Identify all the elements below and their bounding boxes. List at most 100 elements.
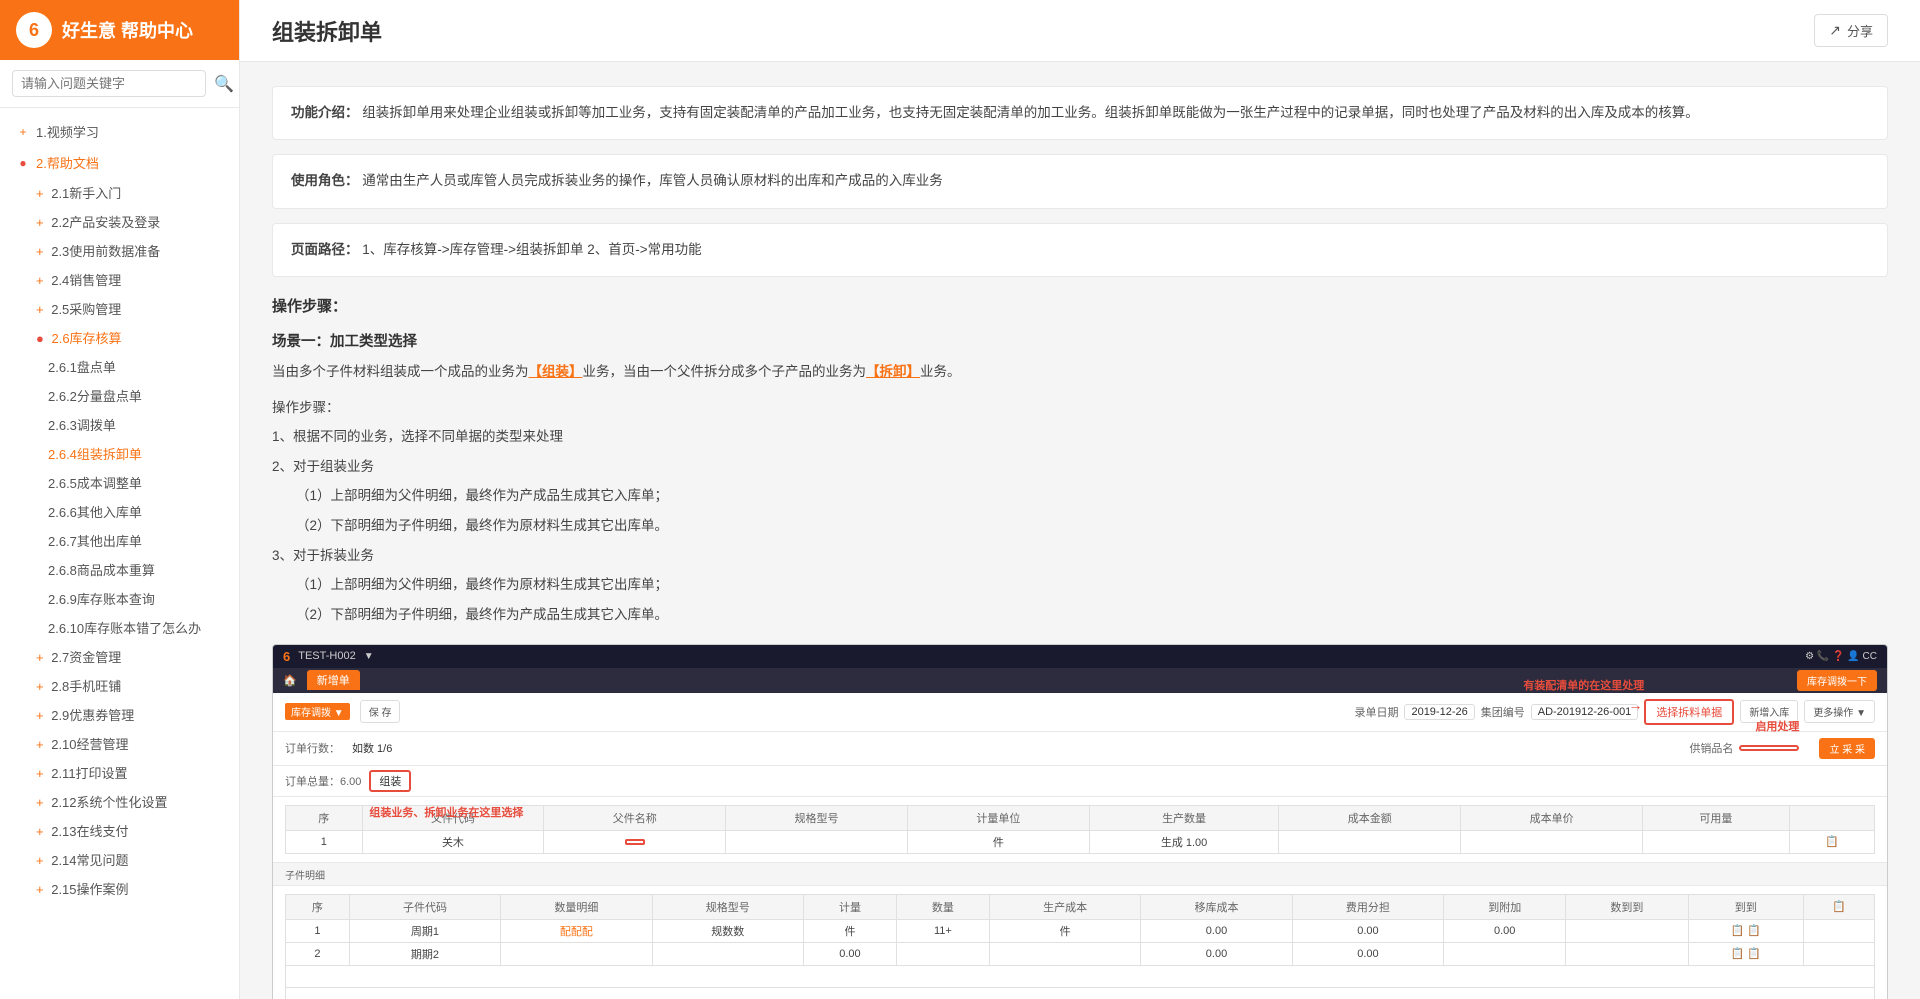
step3-sub1: （1）上部明细为父件明细，最终作为原材料生成其它出库单； [296,572,1888,598]
sidebar-label-215: 2.15操作案例 [51,882,128,897]
th-spec: 规格型号 [726,805,908,830]
lth-qty: 数量 [896,894,989,919]
ltd-spec2 [652,942,803,965]
expand-icon-213: + [36,824,44,839]
step1-text: 1、根据不同的业务，选择不同单据的类型来处理 [272,429,563,444]
search-button[interactable]: 🔍 [212,72,236,96]
sidebar-item-210[interactable]: + 2.10经营管理 [0,729,239,758]
lth-ops: 到到 [1688,894,1803,919]
path-label: 页面路径： [291,242,359,257]
ltd-ops1: 📋 📋 [1688,919,1803,942]
step3-sub1-text: （1）上部明细为父件明细，最终作为原材料生成其它出库单； [296,577,668,592]
ltd-mcost2: 0.00 [1141,942,1292,965]
main-area: 组装拆卸单 ↗ 分享 功能介绍： 组装拆卸单用来处理企业组装或拆卸等加工业务，支… [240,0,1920,999]
screenshot-dropdown: ▼ [364,651,1797,662]
step2-sub1: （1）上部明细为父件明细，最终作为产成品生成其它入库单； [296,483,1888,509]
ltd-unit2: 0.00 [803,942,896,965]
sidebar-item-262[interactable]: 2.6.2分量盘点单 [0,381,239,410]
screenshot-btn-tiao[interactable]: 选择拆料单据 [1644,699,1734,725]
sidebar-item-214[interactable]: + 2.14常见问题 [0,845,239,874]
screenshot-type-label: 订单总量：6.00 [285,773,361,789]
sidebar-item-23[interactable]: + 2.3使用前数据准备 [0,236,239,265]
sidebar-item-cat2[interactable]: ● 2.帮助文档 [0,147,239,178]
sidebar-label-212: 2.12系统个性化设置 [51,795,167,810]
lower-row-1: 1 周期1 配配配 规数数 件 11+ 件 0.00 0.00 0.00 [286,919,1875,942]
screenshot-tab-active: 新增单 [307,670,360,690]
step3-sub2-text: （2）下部明细为子件明细，最终作为产成品生成其它入库单。 [296,607,668,622]
sidebar-item-cat1[interactable]: + 1.视频学习 [0,116,239,147]
ltd-total1 [1566,919,1688,942]
role-block: 使用角色： 通常由生产人员或库管人员完成拆装业务的操作，库管人员确认原材料的出库… [272,154,1888,208]
sidebar-item-28[interactable]: + 2.8手机旺铺 [0,671,239,700]
sidebar-item-2610[interactable]: 2.6.10库存账本错了怎么办 [0,613,239,642]
main-content: 功能介绍： 组装拆卸单用来处理企业组装或拆卸等加工业务，支持有固定装配清单的产品… [240,62,1920,999]
sidebar-item-22[interactable]: + 2.2产品安装及登录 [0,207,239,236]
sidebar-item-267[interactable]: 2.6.7其他出库单 [0,526,239,555]
ltd-unit1: 件 [803,919,896,942]
ltd-add1: 0.00 [1444,919,1566,942]
sidebar-item-265[interactable]: 2.6.5成本调整单 [0,468,239,497]
sidebar-item-215[interactable]: + 2.15操作案例 [0,874,239,903]
screenshot-toolbar: 库存调拨 ▼ 保 存 录单日期 2019-12-26 集团编号 AD-20191… [273,693,1887,732]
ltd-pcost2 [989,942,1140,965]
share-button[interactable]: ↗ 分享 [1814,14,1888,47]
anno4-container: 供销品名 启用处理 [1689,740,1799,756]
sidebar-item-21[interactable]: + 2.1新手入门 [0,178,239,207]
screenshot-btn-del[interactable]: 更多操作 ▼ [1804,700,1875,723]
sidebar-item-269[interactable]: 2.6.9库存账本查询 [0,584,239,613]
ops-steps-label: 操作步骤： [272,395,1888,421]
sidebar-label-268: 2.6.8商品成本重算 [48,563,155,578]
sidebar-item-213[interactable]: + 2.13在线支付 [0,816,239,845]
lth-code: 子件代码 [349,894,500,919]
sidebar-label-261: 2.6.1盘点单 [48,360,116,375]
ltd-empty4 [286,987,1875,999]
sidebar-label-22: 2.2产品安装及登录 [51,215,160,230]
ltd-icon1 [1803,919,1874,942]
step2-sub2: （2）下部明细为子件明细，最终作为原材料生成其它出库单。 [296,513,1888,539]
step3-text: 3、对于拆装业务 [272,548,374,563]
td-qty-val: 生成 1.00 [1089,830,1279,853]
expand-icon-28: + [36,679,44,694]
th-cost: 成本金额 [1279,805,1461,830]
sidebar-item-211[interactable]: + 2.11打印设置 [0,758,239,787]
screenshot-num-label: 集团编号 [1481,704,1525,720]
sidebar-label-265: 2.6.5成本调整单 [48,476,142,491]
sidebar-item-27[interactable]: + 2.7资金管理 [0,642,239,671]
scene1-title-text: 场景一：加工类型选择 [272,334,417,350]
screenshot-type-row: 订单总量：6.00 组装 组装业务、拆卸业务在这里选择 [273,766,1887,797]
sidebar-item-26[interactable]: ● 2.6库存核算 [0,323,239,352]
ltd-fcost1: 0.00 [1292,919,1443,942]
ltd-ops2: 📋 📋 [1688,942,1803,965]
sidebar-label-cat2: 2.帮助文档 [36,153,99,172]
sidebar-item-266[interactable]: 2.6.6其他入库单 [0,497,239,526]
expand-icon-212: + [36,795,44,810]
sidebar-item-24[interactable]: + 2.4销售管理 [0,265,239,294]
screenshot-date-val: 2019-12-26 [1404,704,1474,720]
sidebar-label-26: 2.6库存核算 [51,331,121,346]
screenshot-form-row: 订单行数： 如数 1/6 供销品名 启用处理 立 采 采 [273,732,1887,766]
anno1-container: 选择拆料单据 有装配清单的在这里处理 → [1644,699,1734,725]
expand-icon-25: + [36,302,44,317]
screenshot-btn-type: 库存调拨 ▼ [285,703,350,720]
search-input[interactable] [12,70,206,97]
lth-name: 数量明细 [501,894,652,919]
screenshot-confirm-btn[interactable]: 立 采 采 [1819,738,1875,759]
sidebar-item-29[interactable]: + 2.9优惠券管理 [0,700,239,729]
screenshot-btn-main[interactable]: 库存调拨一下 [1797,670,1877,691]
ltd-seq1: 1 [286,919,350,942]
screenshot-divider-label: 子件明细 [285,871,325,882]
sidebar-item-263[interactable]: 2.6.3调拨单 [0,410,239,439]
sidebar-label-214: 2.14常见问题 [51,853,128,868]
sidebar-item-264[interactable]: 2.6.4组装拆卸单 [0,439,239,468]
ltd-qty1: 11+ [896,919,989,942]
sidebar-label-210: 2.10经营管理 [51,737,128,752]
lower-row-3 [286,965,1875,987]
sidebar-item-268[interactable]: 2.6.8商品成本重算 [0,555,239,584]
lth-fcost: 费用分担 [1292,894,1443,919]
sidebar-item-261[interactable]: 2.6.1盘点单 [0,352,239,381]
highlight-disassembly: 【拆卸】 [866,364,920,379]
screenshot-icons: ⚙ 📞 ❓ 👤 CC [1805,651,1877,662]
sidebar-item-212[interactable]: + 2.12系统个性化设置 [0,787,239,816]
sidebar-item-25[interactable]: + 2.5采购管理 [0,294,239,323]
screenshot-btn-save[interactable]: 保 存 [360,700,401,723]
